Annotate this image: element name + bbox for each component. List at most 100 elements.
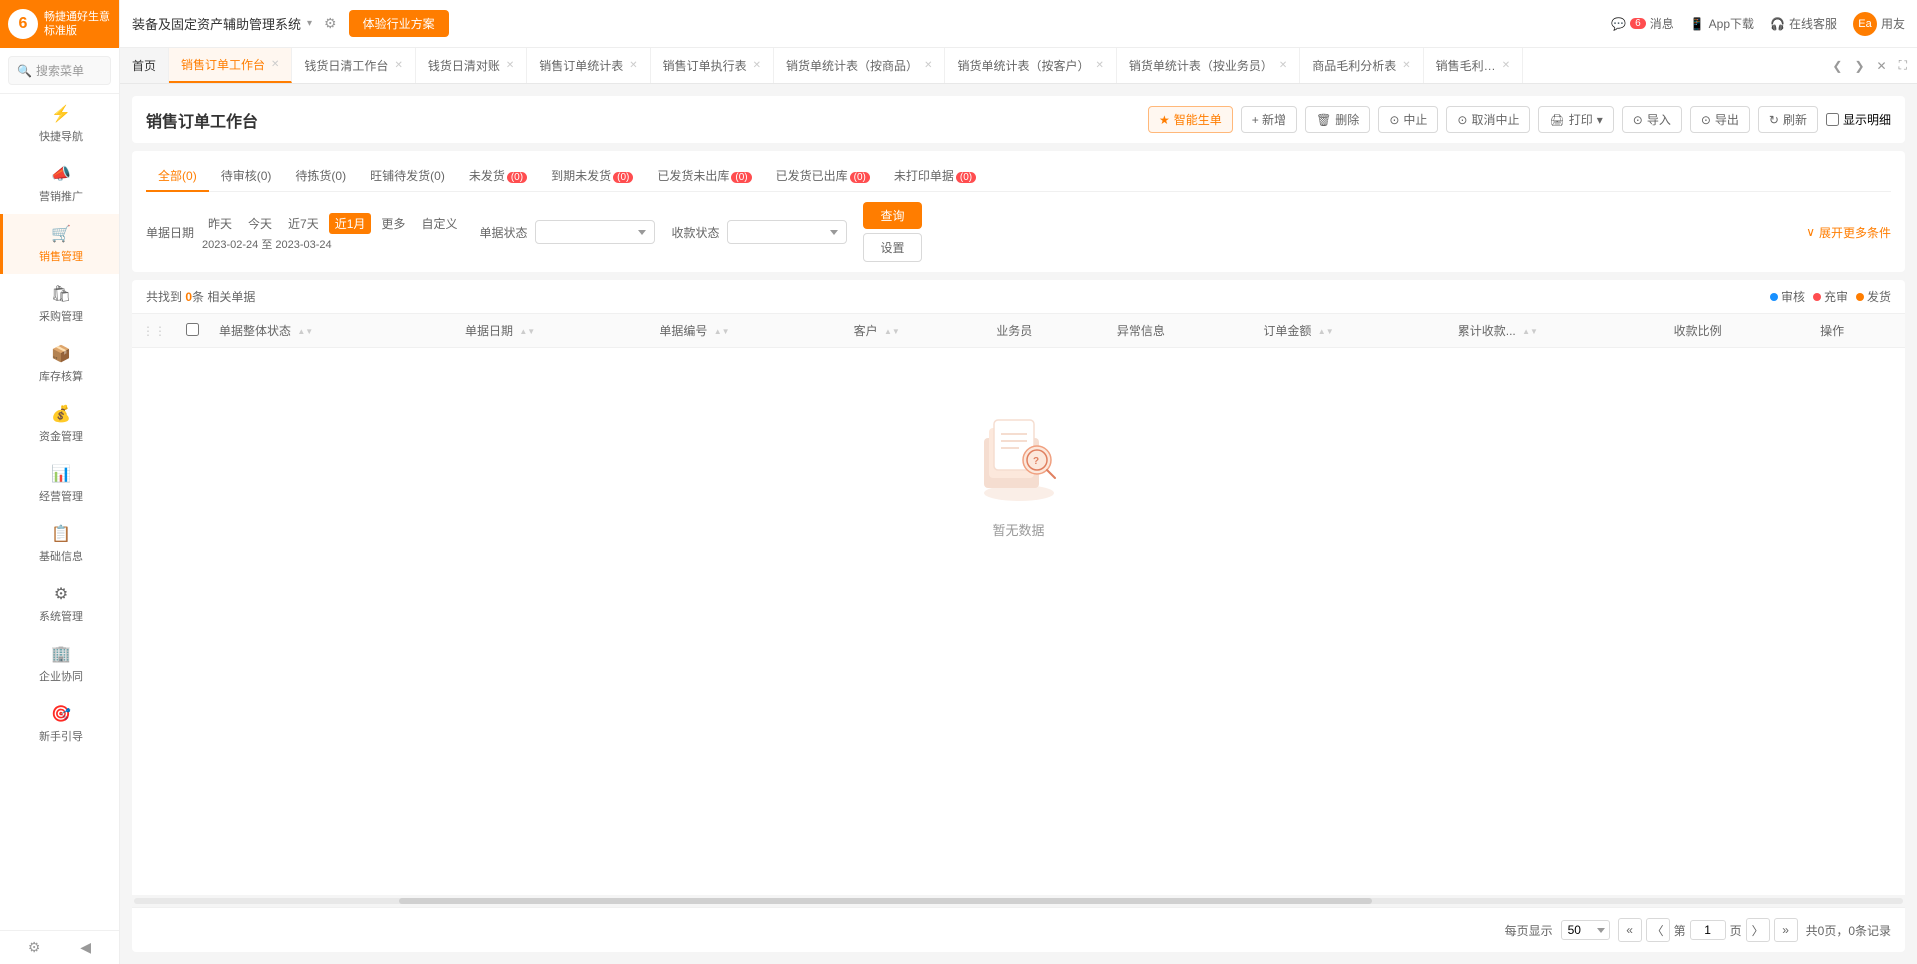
- tab-sales-workbench[interactable]: 销售订单工作台 ✕: [169, 48, 292, 83]
- sidebar-item-guide[interactable]: 🎯 新手引导: [0, 694, 119, 754]
- print-btn[interactable]: 🖨 打印 ▾: [1538, 106, 1613, 133]
- smart-generate-btn[interactable]: ★ 智能生单: [1148, 106, 1233, 133]
- sort-amount[interactable]: ▲▼: [1318, 328, 1334, 336]
- tab-sales-stat-customer[interactable]: 销货单统计表（按客户） ✕: [945, 48, 1116, 83]
- sidebar-item-business[interactable]: 📊 经营管理: [0, 454, 119, 514]
- online-service-btn[interactable]: 🎧 在线客服: [1770, 15, 1837, 32]
- sidebar-item-inventory[interactable]: 📦 库存核算: [0, 334, 119, 394]
- filter-tab-shipped-out[interactable]: 已发货已出库(0): [764, 161, 882, 192]
- message-btn[interactable]: 💬 6 消息: [1611, 15, 1674, 32]
- tab-sales-amount[interactable]: 销售毛利… ✕: [1424, 48, 1523, 83]
- date-opt-more[interactable]: 更多: [375, 213, 411, 234]
- tab-close-sales-amount[interactable]: ✕: [1502, 60, 1510, 71]
- filter-tab-all[interactable]: 全部(0): [146, 161, 209, 192]
- sidebar-item-system[interactable]: ⚙ 系统管理: [0, 574, 119, 634]
- refresh-btn[interactable]: ↻ 刷新: [1758, 106, 1818, 133]
- collapse-icon[interactable]: ◀: [80, 939, 91, 956]
- th-customer[interactable]: 客户 ▲▼: [844, 314, 987, 348]
- tab-fullscreen[interactable]: ⛶: [1895, 56, 1911, 75]
- tab-home[interactable]: 首页: [120, 48, 169, 83]
- date-opt-today[interactable]: 今天: [242, 213, 278, 234]
- th-number[interactable]: 单据编号 ▲▼: [649, 314, 843, 348]
- next-page-btn[interactable]: 〉: [1746, 918, 1770, 942]
- expand-filter-btn[interactable]: ∨ 展开更多条件: [1806, 224, 1891, 241]
- cancel-review-action-btn[interactable]: 充审: [1813, 288, 1848, 305]
- page-number-input[interactable]: [1690, 920, 1726, 940]
- import-btn[interactable]: ⊙ 导入: [1622, 106, 1682, 133]
- tab-close-cash-daily[interactable]: ✕: [394, 60, 402, 71]
- user-area[interactable]: Ea 用友: [1853, 12, 1905, 36]
- gear-icon[interactable]: ⚙: [324, 15, 337, 32]
- sort-accumulated[interactable]: ▲▼: [1522, 328, 1538, 336]
- th-status[interactable]: 单据整体状态 ▲▼: [209, 314, 455, 348]
- th-date[interactable]: 单据日期 ▲▼: [455, 314, 649, 348]
- tab-sales-stat-staff[interactable]: 销货单统计表（按业务员） ✕: [1117, 48, 1300, 83]
- sort-customer[interactable]: ▲▼: [884, 328, 900, 336]
- sidebar-item-sales[interactable]: 🛒 销售管理: [0, 214, 119, 274]
- sort-status[interactable]: ▲▼: [297, 328, 313, 336]
- scrollbar-thumb[interactable]: [399, 898, 1372, 904]
- search-menu-btn[interactable]: 🔍 搜索菜单: [8, 56, 111, 85]
- tab-close-sales-stat-customer[interactable]: ✕: [1095, 60, 1103, 71]
- review-action-btn[interactable]: 审核: [1770, 288, 1805, 305]
- status-select[interactable]: [535, 220, 655, 244]
- th-check[interactable]: [176, 314, 209, 348]
- horizontal-scrollbar[interactable]: [132, 895, 1905, 907]
- filter-tab-pending-review[interactable]: 待审核(0): [209, 161, 284, 192]
- date-opt-7days[interactable]: 近7天: [282, 213, 325, 234]
- system-dropdown-arrow[interactable]: ▾: [307, 18, 312, 29]
- th-order-amount[interactable]: 订单金额 ▲▼: [1253, 314, 1447, 348]
- filter-tab-shipped-not-out[interactable]: 已发货未出库(0): [645, 161, 763, 192]
- prev-page-btn[interactable]: 〈: [1646, 918, 1670, 942]
- ship-action-btn[interactable]: 发货: [1856, 288, 1891, 305]
- sidebar-item-basic-info[interactable]: 📋 基础信息: [0, 514, 119, 574]
- sidebar-item-purchase[interactable]: 🛍 采购管理: [0, 274, 119, 334]
- app-download-btn[interactable]: 📱 App下载: [1690, 15, 1754, 32]
- th-accumulated[interactable]: 累计收款... ▲▼: [1448, 314, 1664, 348]
- tab-sales-stat[interactable]: 销售订单统计表 ✕: [527, 48, 650, 83]
- date-opt-custom[interactable]: 自定义: [415, 213, 463, 234]
- tab-close-sales-exec[interactable]: ✕: [753, 60, 761, 71]
- filter-tab-not-printed[interactable]: 未打印单据(0): [882, 161, 988, 192]
- solution-btn[interactable]: 体验行业方案: [349, 10, 449, 37]
- tab-sales-stat-product[interactable]: 销货单统计表（按商品） ✕: [774, 48, 945, 83]
- date-opt-yesterday[interactable]: 昨天: [202, 213, 238, 234]
- tab-close-sales-stat-product[interactable]: ✕: [924, 60, 932, 71]
- tab-scroll-right[interactable]: ❯: [1850, 57, 1868, 75]
- settings-bottom-icon[interactable]: ⚙: [28, 939, 41, 956]
- tab-close-product-margin[interactable]: ✕: [1402, 60, 1410, 71]
- filter-tab-pending-pickup[interactable]: 待拣货(0): [283, 161, 358, 192]
- select-all-checkbox[interactable]: [186, 323, 199, 336]
- tab-close-cash-reconcile[interactable]: ✕: [506, 60, 514, 71]
- sidebar-item-quick-nav[interactable]: ⚡ 快捷导航: [0, 94, 119, 154]
- stop-btn[interactable]: ⊙ 中止: [1378, 106, 1438, 133]
- tab-close-all[interactable]: ✕: [1873, 57, 1891, 75]
- tab-sales-exec[interactable]: 销售订单执行表 ✕: [651, 48, 774, 83]
- export-btn[interactable]: ⊙ 导出: [1690, 106, 1750, 133]
- query-btn[interactable]: 查询: [863, 202, 921, 229]
- date-opt-1month[interactable]: 近1月: [329, 213, 372, 234]
- last-page-btn[interactable]: »: [1774, 918, 1798, 942]
- show-detail-checkbox[interactable]: [1826, 113, 1839, 126]
- first-page-btn[interactable]: «: [1618, 918, 1642, 942]
- add-btn[interactable]: + 新增: [1241, 106, 1297, 133]
- tab-product-margin[interactable]: 商品毛利分析表 ✕: [1300, 48, 1423, 83]
- page-size-select[interactable]: 50 10 20 100: [1561, 920, 1610, 940]
- tab-close-sales-stat-staff[interactable]: ✕: [1279, 60, 1287, 71]
- tab-scroll-left[interactable]: ❮: [1828, 57, 1846, 75]
- sort-number[interactable]: ▲▼: [714, 328, 730, 336]
- filter-tab-not-shipped[interactable]: 未发货(0): [457, 161, 539, 192]
- tab-close-sales-stat[interactable]: ✕: [629, 60, 637, 71]
- sidebar-item-marketing[interactable]: 📣 营销推广: [0, 154, 119, 214]
- show-detail-checkbox-label[interactable]: 显示明细: [1826, 111, 1891, 128]
- receipt-select[interactable]: [727, 220, 847, 244]
- cancel-stop-btn[interactable]: ⊙ 取消中止: [1446, 106, 1530, 133]
- tab-cash-reconcile[interactable]: 钱货日清对账 ✕: [416, 48, 527, 83]
- delete-btn[interactable]: 🗑 删除: [1305, 106, 1370, 133]
- sidebar-item-finance[interactable]: 💰 资金管理: [0, 394, 119, 454]
- sidebar-item-corp[interactable]: 🏢 企业协同: [0, 634, 119, 694]
- tab-cash-daily[interactable]: 钱货日清工作台 ✕: [292, 48, 415, 83]
- filter-tab-expired-not-shipped[interactable]: 到期未发货(0): [539, 161, 645, 192]
- set-btn[interactable]: 设置: [863, 233, 921, 262]
- sort-date[interactable]: ▲▼: [519, 328, 535, 336]
